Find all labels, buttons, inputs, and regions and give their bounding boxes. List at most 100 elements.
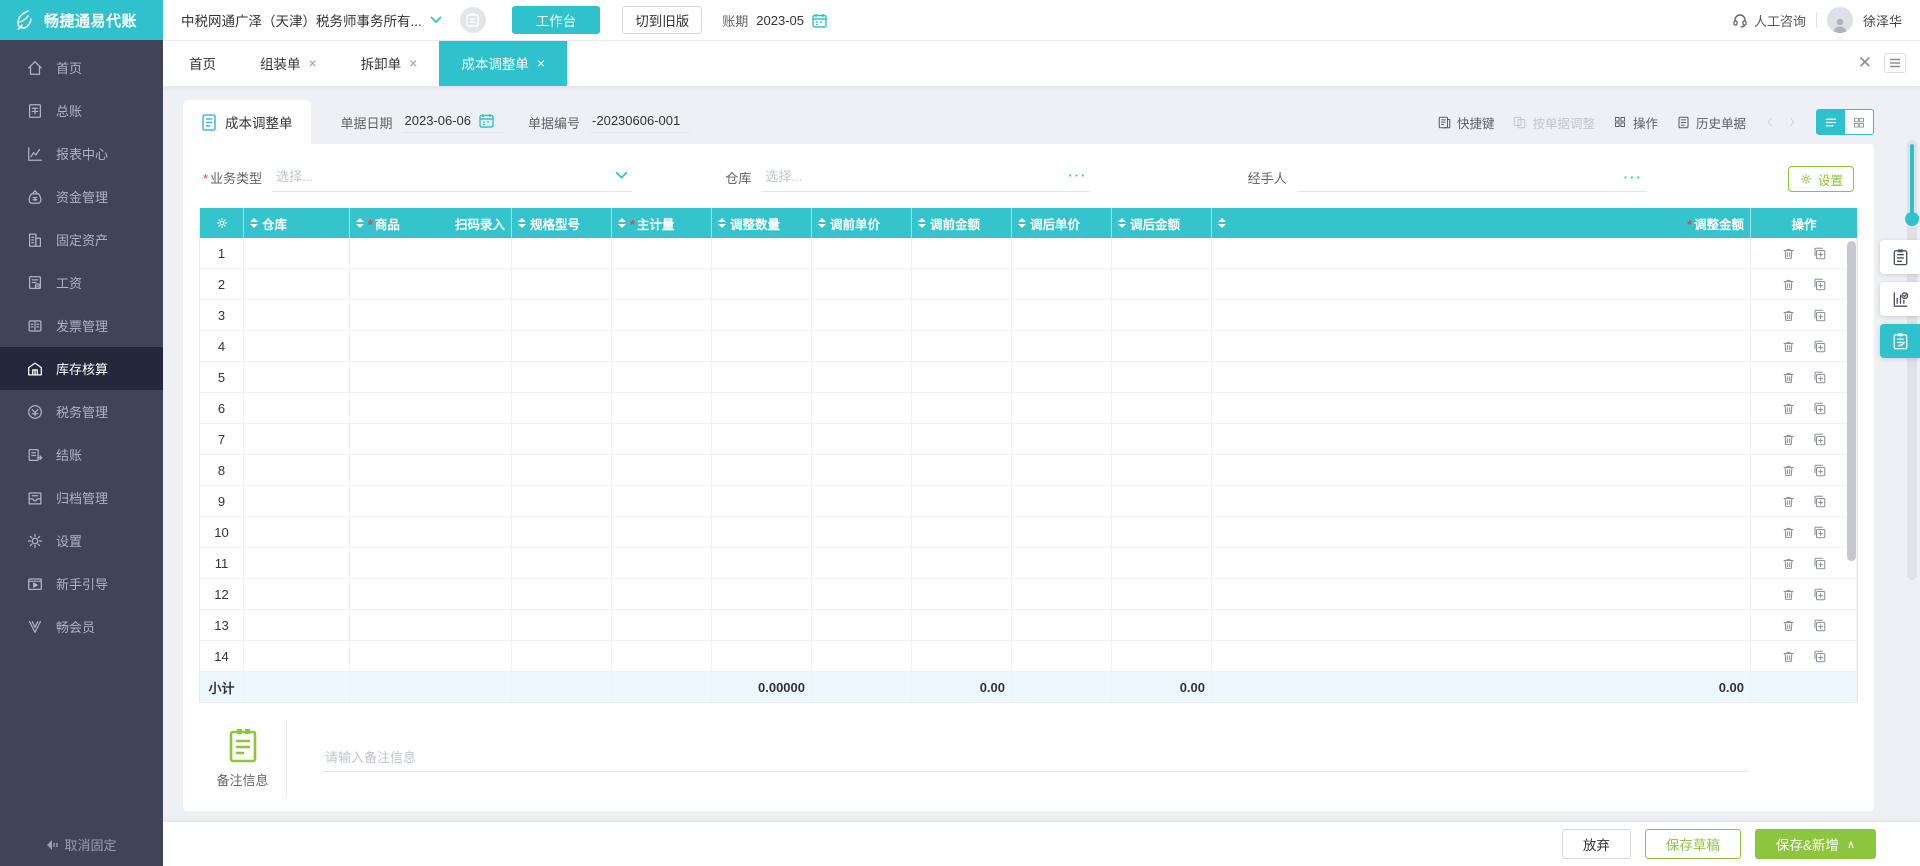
cell-adjust_amount[interactable]: [1212, 517, 1751, 548]
cell-amount_after[interactable]: [1112, 300, 1212, 331]
cell-product[interactable]: [350, 300, 512, 331]
rail-chart-doc-button[interactable]: [1880, 282, 1920, 316]
cell-actions[interactable]: [1751, 579, 1857, 610]
cell-spec[interactable]: [512, 517, 612, 548]
cell-amount_after[interactable]: [1112, 641, 1212, 672]
cell-price_after[interactable]: [1012, 548, 1112, 579]
cell-adjust_amount[interactable]: [1212, 579, 1751, 610]
toolbar-grid[interactable]: 操作: [1613, 113, 1658, 132]
tab-close-icon[interactable]: ×: [309, 55, 317, 71]
cell-price_before[interactable]: [812, 486, 912, 517]
column-header-spec[interactable]: 规格型号: [512, 208, 612, 238]
cell-spec[interactable]: [512, 393, 612, 424]
delete-row-icon[interactable]: [1781, 277, 1796, 292]
column-header-amount_before[interactable]: 调前金额: [912, 208, 1012, 238]
cell-product[interactable]: [350, 269, 512, 300]
sort-icon[interactable]: [918, 218, 926, 228]
cell-price_before[interactable]: [812, 362, 912, 393]
cell-spec[interactable]: [512, 362, 612, 393]
table-settings-button[interactable]: 设置: [1787, 166, 1854, 192]
card-view-button[interactable]: [1845, 110, 1873, 134]
column-header-warehouse[interactable]: 仓库: [244, 208, 350, 238]
cell-price_before[interactable]: [812, 300, 912, 331]
cell-qty[interactable]: [712, 641, 812, 672]
field-input[interactable]: 选择...: [272, 164, 633, 192]
sidebar-item-report[interactable]: 报表中心: [0, 132, 163, 175]
delete-row-icon[interactable]: [1781, 401, 1796, 416]
sidebar-item-payroll[interactable]: 工资: [0, 261, 163, 304]
cell-unit[interactable]: [612, 269, 712, 300]
column-header-product[interactable]: * 商品 扫码录入: [350, 208, 512, 238]
cell-adjust_amount[interactable]: [1212, 610, 1751, 641]
cell-price_before[interactable]: [812, 238, 912, 269]
cell-actions[interactable]: [1751, 300, 1857, 331]
cell-unit[interactable]: [612, 393, 712, 424]
copy-row-icon[interactable]: [1812, 401, 1827, 416]
cell-spec[interactable]: [512, 548, 612, 579]
cell-amount_before[interactable]: [912, 517, 1012, 548]
cell-qty[interactable]: [712, 331, 812, 362]
cell-adjust_amount[interactable]: [1212, 455, 1751, 486]
cell-product[interactable]: [350, 548, 512, 579]
chevron-right-icon[interactable]: [1786, 116, 1798, 128]
sidebar-item-tax[interactable]: 税务管理: [0, 390, 163, 433]
cell-amount_before[interactable]: [912, 455, 1012, 486]
tab-拆卸单[interactable]: 拆卸单 ×: [339, 40, 440, 86]
avatar[interactable]: [1826, 7, 1853, 33]
cell-spec[interactable]: [512, 641, 612, 672]
copy-row-icon[interactable]: [1812, 432, 1827, 447]
delete-row-icon[interactable]: [1781, 308, 1796, 323]
delete-row-icon[interactable]: [1781, 246, 1796, 261]
tab-list-icon[interactable]: [1884, 53, 1906, 73]
toolbar-history[interactable]: 历史单据: [1676, 113, 1746, 132]
cell-unit[interactable]: [612, 331, 712, 362]
cell-adjust_amount[interactable]: [1212, 269, 1751, 300]
copy-row-icon[interactable]: [1812, 618, 1827, 633]
cell-unit[interactable]: [612, 424, 712, 455]
cell-amount_before[interactable]: [912, 269, 1012, 300]
cell-unit[interactable]: [612, 610, 712, 641]
cell-price_before[interactable]: [812, 455, 912, 486]
cell-actions[interactable]: [1751, 548, 1857, 579]
cell-adjust_amount[interactable]: [1212, 300, 1751, 331]
cell-actions[interactable]: [1751, 424, 1857, 455]
cell-qty[interactable]: [712, 610, 812, 641]
cell-actions[interactable]: [1751, 641, 1857, 672]
cell-amount_after[interactable]: [1112, 238, 1212, 269]
close-all-tabs-icon[interactable]: ✕: [1858, 53, 1872, 73]
cell-price_after[interactable]: [1012, 579, 1112, 610]
cell-spec[interactable]: [512, 300, 612, 331]
company-selector[interactable]: 中税网通广泽（天津）税务师事务所有...: [181, 10, 442, 30]
cell-warehouse[interactable]: [244, 269, 350, 300]
cell-price_after[interactable]: [1012, 393, 1112, 424]
cell-product[interactable]: [350, 455, 512, 486]
cell-product[interactable]: [350, 424, 512, 455]
sidebar-item-member[interactable]: 畅会员: [0, 605, 163, 648]
cell-warehouse[interactable]: [244, 362, 350, 393]
cell-qty[interactable]: [712, 238, 812, 269]
cell-amount_after[interactable]: [1112, 548, 1212, 579]
column-header-adjust_amount[interactable]: * 调整金额: [1212, 208, 1751, 238]
copy-row-icon[interactable]: [1812, 339, 1827, 354]
cell-warehouse[interactable]: [244, 579, 350, 610]
more-picker-icon[interactable]: ···: [1624, 170, 1643, 185]
sidebar-item-home[interactable]: 首页: [0, 46, 163, 89]
username[interactable]: 徐泽华: [1863, 11, 1902, 30]
cell-amount_before[interactable]: [912, 331, 1012, 362]
cell-unit[interactable]: [612, 238, 712, 269]
discard-button[interactable]: 放弃: [1561, 829, 1631, 859]
cell-price_after[interactable]: [1012, 238, 1112, 269]
save-draft-button[interactable]: 保存草稿: [1644, 829, 1741, 859]
copy-row-icon[interactable]: [1812, 277, 1827, 292]
cell-product[interactable]: [350, 517, 512, 548]
copy-row-icon[interactable]: [1812, 556, 1827, 571]
cell-adjust_amount[interactable]: [1212, 331, 1751, 362]
cell-product[interactable]: [350, 393, 512, 424]
period-value[interactable]: 2023-05: [756, 13, 804, 28]
switch-old-version-button[interactable]: 切到旧版: [622, 6, 703, 34]
cell-spec[interactable]: [512, 455, 612, 486]
copy-row-icon[interactable]: [1812, 525, 1827, 540]
doc-date-value[interactable]: 2023-06-06: [405, 113, 472, 128]
sidebar-item-funds[interactable]: 资金管理: [0, 175, 163, 218]
chevron-down-icon[interactable]: [615, 171, 628, 180]
